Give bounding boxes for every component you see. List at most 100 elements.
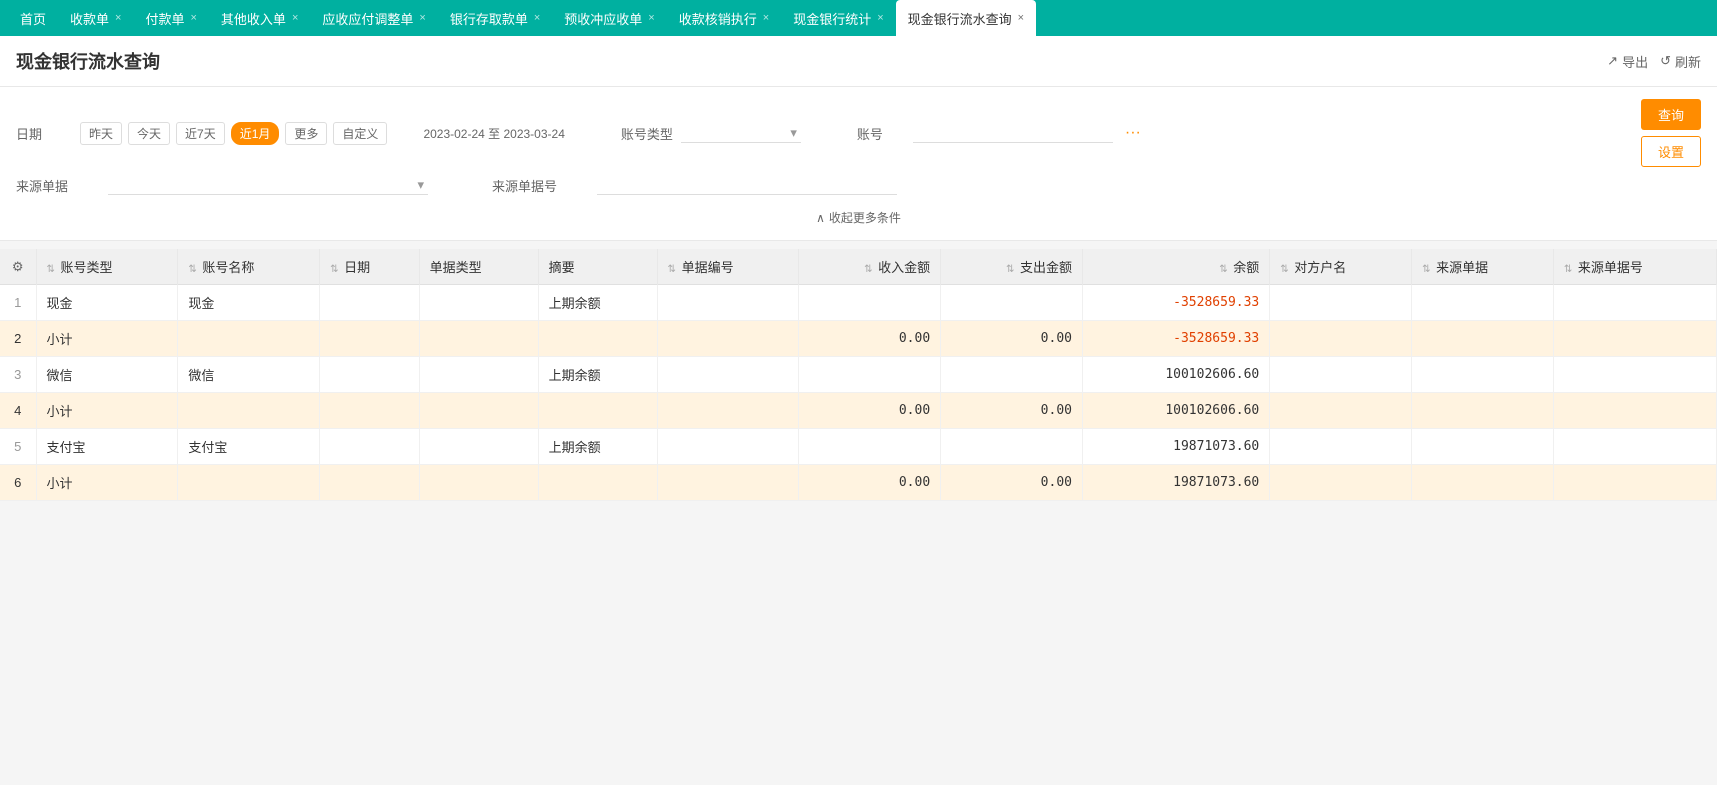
source-voucher-select-wrapper: [108, 175, 428, 195]
table-cell: [1553, 357, 1716, 393]
nav-cashflow[interactable]: 现金银行流水查询 ×: [896, 0, 1036, 36]
table-cell: [657, 285, 799, 321]
sort-icon: ⇅: [330, 264, 338, 275]
th-doc-no[interactable]: ⇅ 单据编号: [657, 249, 799, 285]
close-icon[interactable]: ×: [534, 12, 540, 24]
nav-bank-deposit[interactable]: 银行存取款单 ×: [438, 0, 552, 36]
nav-cashflow-label: 现金银行流水查询: [908, 9, 1012, 28]
close-icon[interactable]: ×: [115, 12, 121, 24]
close-icon[interactable]: ×: [877, 12, 883, 24]
date-today-btn[interactable]: 今天: [128, 122, 170, 145]
table-cell: [1270, 429, 1412, 465]
date-7days-btn[interactable]: 近7天: [176, 122, 225, 145]
table-cell: 5: [0, 429, 36, 465]
table-cell: [799, 429, 941, 465]
table-cell: [320, 465, 419, 501]
source-voucher-select[interactable]: [108, 175, 428, 195]
table-cell: [799, 285, 941, 321]
close-icon[interactable]: ×: [1018, 12, 1024, 24]
nav-home[interactable]: 首页: [8, 0, 58, 36]
table-row[interactable]: 6小计0.000.0019871073.60: [0, 465, 1717, 501]
table-cell: 微信: [178, 357, 320, 393]
table-cell: [657, 357, 799, 393]
table-row[interactable]: 5支付宝支付宝上期余额19871073.60: [0, 429, 1717, 465]
settings-button[interactable]: 设置: [1641, 136, 1701, 167]
source-voucher-no-input[interactable]: [597, 175, 897, 195]
table-settings-icon[interactable]: ⚙: [12, 259, 24, 274]
account-no-label: 账号: [857, 124, 905, 143]
nav-other-income[interactable]: 其他收入单 ×: [209, 0, 310, 36]
table-cell: [419, 357, 538, 393]
table-cell: [1553, 393, 1716, 429]
table-cell: [1270, 321, 1412, 357]
nav-stats[interactable]: 现金银行统计 ×: [781, 0, 895, 36]
close-icon[interactable]: ×: [190, 12, 196, 24]
table-row[interactable]: 3微信微信上期余额100102606.60: [0, 357, 1717, 393]
table-cell: [1412, 285, 1554, 321]
table-cell: 现金: [178, 285, 320, 321]
close-icon[interactable]: ×: [648, 12, 654, 24]
table-cell: [419, 321, 538, 357]
table-row[interactable]: 4小计0.000.00100102606.60: [0, 393, 1717, 429]
th-date[interactable]: ⇅ 日期: [320, 249, 419, 285]
nav-prepay[interactable]: 预收冲应收单 ×: [552, 0, 666, 36]
th-summary: 摘要: [538, 249, 657, 285]
th-source-doc[interactable]: ⇅ 来源单据: [1412, 249, 1554, 285]
nav-adjust[interactable]: 应收应付调整单 ×: [310, 0, 437, 36]
table-cell: [1412, 393, 1554, 429]
table-cell: [538, 465, 657, 501]
sort-icon: ⇅: [668, 264, 676, 275]
account-no-more-btn[interactable]: ···: [1121, 124, 1145, 142]
filter-row-date: 日期 昨天 今天 近7天 近1月 更多 自定义 2023-02-24 至 202…: [16, 99, 1701, 167]
table-header-row: ⚙ ⇅ 账号类型 ⇅ 账号名称 ⇅ 日期 单据类型 摘要: [0, 249, 1717, 285]
refresh-button[interactable]: ↺ 刷新: [1660, 52, 1701, 71]
nav-stats-label: 现金银行统计: [793, 9, 871, 28]
nav-verify[interactable]: 收款核销执行 ×: [667, 0, 781, 36]
th-income[interactable]: ⇅ 收入金额: [799, 249, 941, 285]
close-icon[interactable]: ×: [763, 12, 769, 24]
nav-receipt[interactable]: 收款单 ×: [58, 0, 133, 36]
th-source-doc-no[interactable]: ⇅ 来源单据号: [1553, 249, 1716, 285]
account-no-input[interactable]: [913, 123, 1113, 143]
th-summary-label: 摘要: [549, 260, 575, 275]
table-cell: [1553, 285, 1716, 321]
date-1month-btn[interactable]: 近1月: [231, 122, 280, 145]
table-cell: [1270, 465, 1412, 501]
th-account-name-label: 账号名称: [202, 260, 254, 275]
table-cell: [1270, 393, 1412, 429]
query-button[interactable]: 查询: [1641, 99, 1701, 130]
table-row[interactable]: 2小计0.000.00-3528659.33: [0, 321, 1717, 357]
table-cell: [178, 321, 320, 357]
date-range-display: 2023-02-24 至 2023-03-24: [423, 125, 564, 142]
th-doc-type-label: 单据类型: [430, 260, 482, 275]
table-cell: [320, 357, 419, 393]
table-cell: [657, 321, 799, 357]
sort-icon: ⇅: [47, 264, 55, 275]
date-yesterday-btn[interactable]: 昨天: [80, 122, 122, 145]
table-container: ⚙ ⇅ 账号类型 ⇅ 账号名称 ⇅ 日期 单据类型 摘要: [0, 249, 1717, 501]
th-balance[interactable]: ⇅ 余额: [1082, 249, 1269, 285]
table-row[interactable]: 1现金现金上期余额-3528659.33: [0, 285, 1717, 321]
page-header: 现金银行流水查询 ↗ 导出 ↺ 刷新: [0, 36, 1717, 87]
table-cell: 19871073.60: [1082, 429, 1269, 465]
table-cell: 6: [0, 465, 36, 501]
th-counterparty[interactable]: ⇅ 对方户名: [1270, 249, 1412, 285]
account-type-select[interactable]: 现金 银行 微信 支付宝: [681, 123, 801, 143]
th-account-name[interactable]: ⇅ 账号名称: [178, 249, 320, 285]
date-more-btn[interactable]: 更多: [285, 122, 327, 145]
nav-payment[interactable]: 付款单 ×: [133, 0, 208, 36]
close-icon[interactable]: ×: [419, 12, 425, 24]
filter-row-source: 来源单据 来源单据号: [16, 175, 1701, 195]
date-custom-btn[interactable]: 自定义: [333, 122, 387, 145]
nav-adjust-label: 应收应付调整单: [322, 9, 413, 28]
th-expense[interactable]: ⇅ 支出金额: [941, 249, 1083, 285]
th-account-type[interactable]: ⇅ 账号类型: [36, 249, 178, 285]
export-button[interactable]: ↗ 导出: [1607, 52, 1648, 71]
table-cell: [320, 285, 419, 321]
table-cell: [657, 465, 799, 501]
table-cell: [419, 285, 538, 321]
table-cell: [419, 393, 538, 429]
collapse-bar[interactable]: ∧ 收起更多条件: [16, 203, 1701, 228]
close-icon[interactable]: ×: [292, 12, 298, 24]
table-cell: [178, 465, 320, 501]
